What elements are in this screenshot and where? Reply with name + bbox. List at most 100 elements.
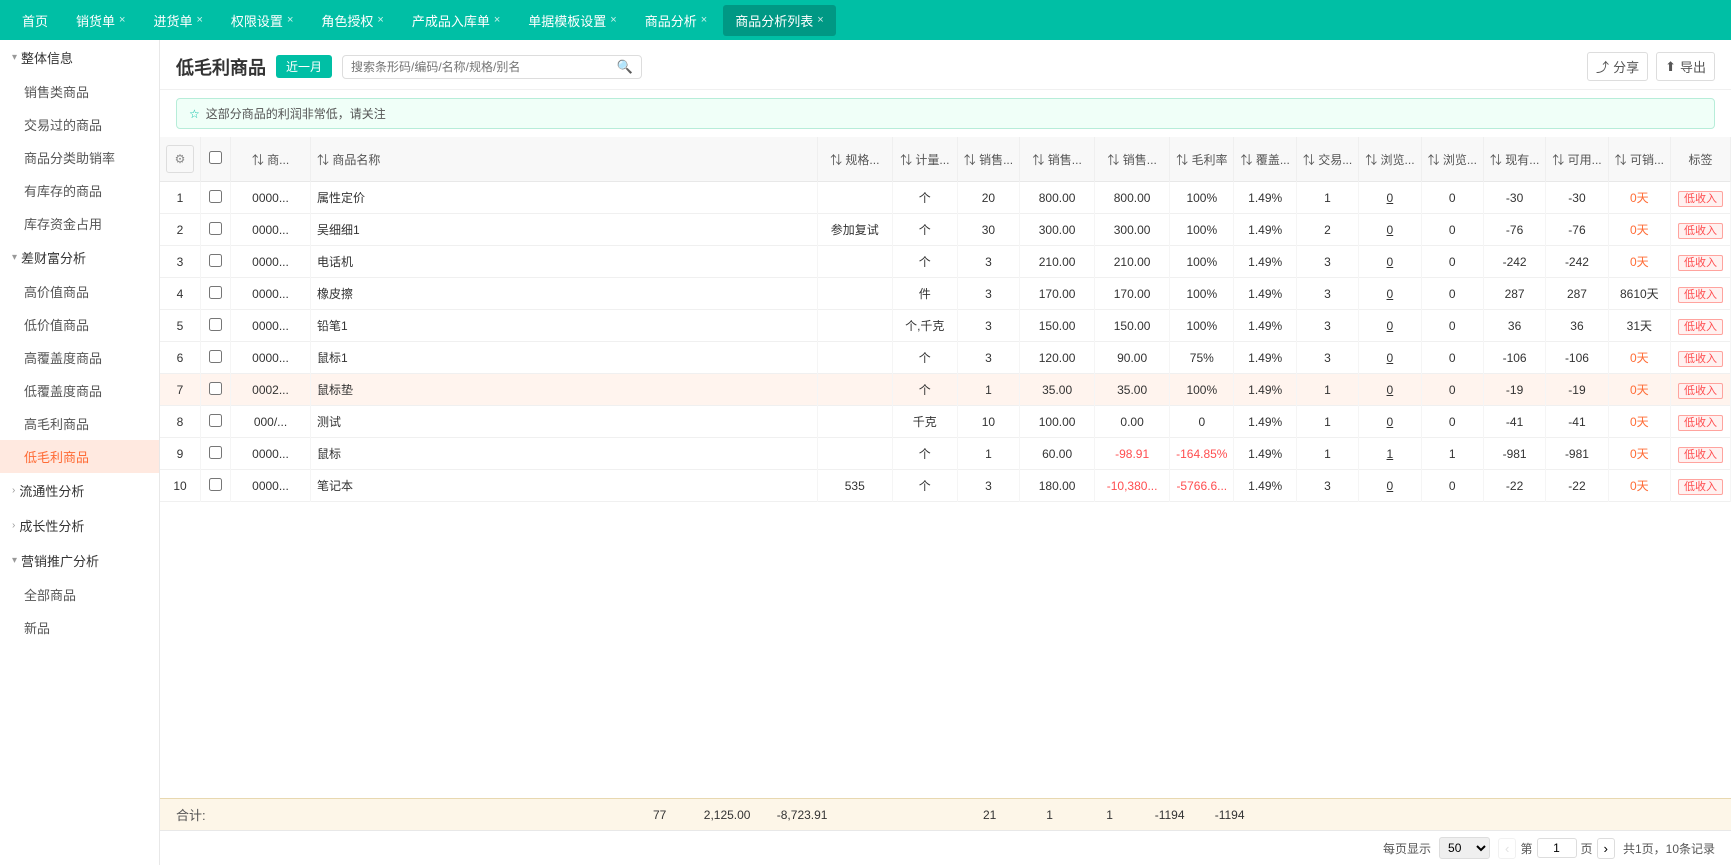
cell-view1[interactable]: 0 <box>1359 406 1421 438</box>
nav-close-sales[interactable]: × <box>119 14 125 26</box>
page-number-input[interactable] <box>1537 838 1577 858</box>
nav-template[interactable]: 单据模板设置 × <box>516 5 628 36</box>
select-all-checkbox[interactable] <box>209 151 222 164</box>
nav-close-template[interactable]: × <box>610 14 616 26</box>
cell-current: -106 <box>1483 342 1545 374</box>
sidebar-item-low-value[interactable]: 低价值商品 <box>0 308 159 341</box>
nav-purchase[interactable]: 进货单 × <box>141 5 214 36</box>
alert-bar: ☆ 这部分商品的利润非常低，请关注 <box>176 98 1715 129</box>
nav-permissions[interactable]: 权限设置 × <box>219 5 305 36</box>
nav-analysis-list[interactable]: 商品分析列表 × <box>723 5 835 36</box>
cell-available: -30 <box>1546 182 1608 214</box>
cell-unit: 个 <box>892 342 957 374</box>
nav-close-product-warehouse[interactable]: × <box>494 14 500 26</box>
view1-link[interactable]: 0 <box>1387 287 1394 301</box>
sidebar-item-high-value[interactable]: 高价值商品 <box>0 275 159 308</box>
view1-link[interactable]: 0 <box>1387 351 1394 365</box>
sidebar-item-category-sales-rate[interactable]: 商品分类助销率 <box>0 141 159 174</box>
view1-link[interactable]: 0 <box>1387 415 1394 429</box>
cell-view2: 0 <box>1421 406 1483 438</box>
cell-view1[interactable]: 0 <box>1359 214 1421 246</box>
cell-view1[interactable]: 0 <box>1359 278 1421 310</box>
cell-saleable: 0天 <box>1608 406 1670 438</box>
nav-product-analysis[interactable]: 商品分析 × <box>633 5 719 36</box>
col-header-view1: ⇅ 浏览... <box>1359 137 1421 182</box>
row-checkbox[interactable] <box>209 382 222 395</box>
cell-check[interactable] <box>201 374 231 406</box>
table-container[interactable]: ⚙ ⇅ 商... ⇅ 商品名称 ⇅ 规格... <box>160 137 1731 798</box>
cell-check[interactable] <box>201 214 231 246</box>
nav-product-warehouse[interactable]: 产成品入库单 × <box>400 5 512 36</box>
prev-page-button[interactable]: ‹ <box>1498 838 1516 859</box>
sidebar-item-all-products[interactable]: 全部商品 <box>0 578 159 611</box>
cell-seq: 6 <box>160 342 201 374</box>
cell-check[interactable] <box>201 310 231 342</box>
cell-view1[interactable]: 0 <box>1359 246 1421 278</box>
sidebar-item-inventory-capital[interactable]: 库存资金占用 <box>0 207 159 240</box>
row-checkbox[interactable] <box>209 446 222 459</box>
sidebar-item-high-gross[interactable]: 高毛利商品 <box>0 407 159 440</box>
nav-roles[interactable]: 角色授权 × <box>309 5 395 36</box>
settings-icon[interactable]: ⚙ <box>166 145 194 173</box>
row-checkbox[interactable] <box>209 222 222 235</box>
sidebar-item-inventory-products[interactable]: 有库存的商品 <box>0 174 159 207</box>
nav-sales[interactable]: 销货单 × <box>64 5 137 36</box>
view1-link[interactable]: 0 <box>1387 319 1394 333</box>
nav-close-analysis[interactable]: × <box>701 14 707 26</box>
view1-link[interactable]: 0 <box>1387 191 1394 205</box>
nav-close-purchase[interactable]: × <box>196 14 202 26</box>
cell-view1[interactable]: 0 <box>1359 342 1421 374</box>
cell-check[interactable] <box>201 406 231 438</box>
row-checkbox[interactable] <box>209 254 222 267</box>
row-checkbox[interactable] <box>209 190 222 203</box>
view1-link[interactable]: 0 <box>1387 255 1394 269</box>
sidebar-item-low-coverage[interactable]: 低覆盖度商品 <box>0 374 159 407</box>
cell-name: 鼠标垫 <box>311 374 818 406</box>
col-header-sales-amt: ⇅ 销售... <box>1020 137 1095 182</box>
footer-view1: 1 <box>1020 808 1080 822</box>
cell-view1[interactable]: 0 <box>1359 310 1421 342</box>
sidebar-item-sales-products[interactable]: 销售类商品 <box>0 75 159 108</box>
nav-close-analysis-list[interactable]: × <box>817 14 823 26</box>
cell-sales-profit: -10,380... <box>1095 470 1170 502</box>
row-checkbox[interactable] <box>209 286 222 299</box>
cell-available: -41 <box>1546 406 1608 438</box>
sidebar-group-growth-title[interactable]: › 成长性分析 <box>0 508 159 543</box>
sidebar-group-overall-title[interactable]: ▾ 整体信息 <box>0 40 159 75</box>
sidebar-item-traded-products[interactable]: 交易过的商品 <box>0 108 159 141</box>
cell-check[interactable] <box>201 470 231 502</box>
period-button[interactable]: 近一月 <box>276 55 332 78</box>
row-checkbox[interactable] <box>209 414 222 427</box>
row-checkbox[interactable] <box>209 350 222 363</box>
cell-view1[interactable]: 0 <box>1359 470 1421 502</box>
nav-home[interactable]: 首页 <box>10 5 60 36</box>
view1-link[interactable]: 0 <box>1387 383 1394 397</box>
sidebar-group-marketing-title[interactable]: ▾ 营销推广分析 <box>0 543 159 578</box>
page-size-select[interactable]: 50 100 200 <box>1439 837 1490 859</box>
cell-check[interactable] <box>201 278 231 310</box>
sidebar-group-wealth-title[interactable]: ▾ 差财富分析 <box>0 240 159 275</box>
next-page-button[interactable]: › <box>1597 838 1615 859</box>
view1-link[interactable]: 1 <box>1387 447 1394 461</box>
nav-close-roles[interactable]: × <box>377 14 383 26</box>
row-checkbox[interactable] <box>209 478 222 491</box>
sidebar-group-flow-title[interactable]: › 流通性分析 <box>0 473 159 508</box>
sidebar-item-new-products[interactable]: 新品 <box>0 611 159 644</box>
search-input[interactable] <box>351 60 617 74</box>
cell-check[interactable] <box>201 342 231 374</box>
cell-check[interactable] <box>201 246 231 278</box>
cell-view1[interactable]: 0 <box>1359 374 1421 406</box>
share-button[interactable]: ⤴ 分享 <box>1587 52 1648 81</box>
nav-close-permissions[interactable]: × <box>287 14 293 26</box>
sidebar-item-high-coverage[interactable]: 高覆盖度商品 <box>0 341 159 374</box>
view1-link[interactable]: 0 <box>1387 223 1394 237</box>
row-checkbox[interactable] <box>209 318 222 331</box>
cell-view1[interactable]: 1 <box>1359 438 1421 470</box>
cell-view1[interactable]: 0 <box>1359 182 1421 214</box>
view1-link[interactable]: 0 <box>1387 479 1394 493</box>
col-header-check[interactable] <box>201 137 231 182</box>
cell-check[interactable] <box>201 182 231 214</box>
export-button[interactable]: ⬆ 导出 <box>1656 52 1715 81</box>
cell-check[interactable] <box>201 438 231 470</box>
sidebar-item-low-gross[interactable]: 低毛利商品 <box>0 440 159 473</box>
